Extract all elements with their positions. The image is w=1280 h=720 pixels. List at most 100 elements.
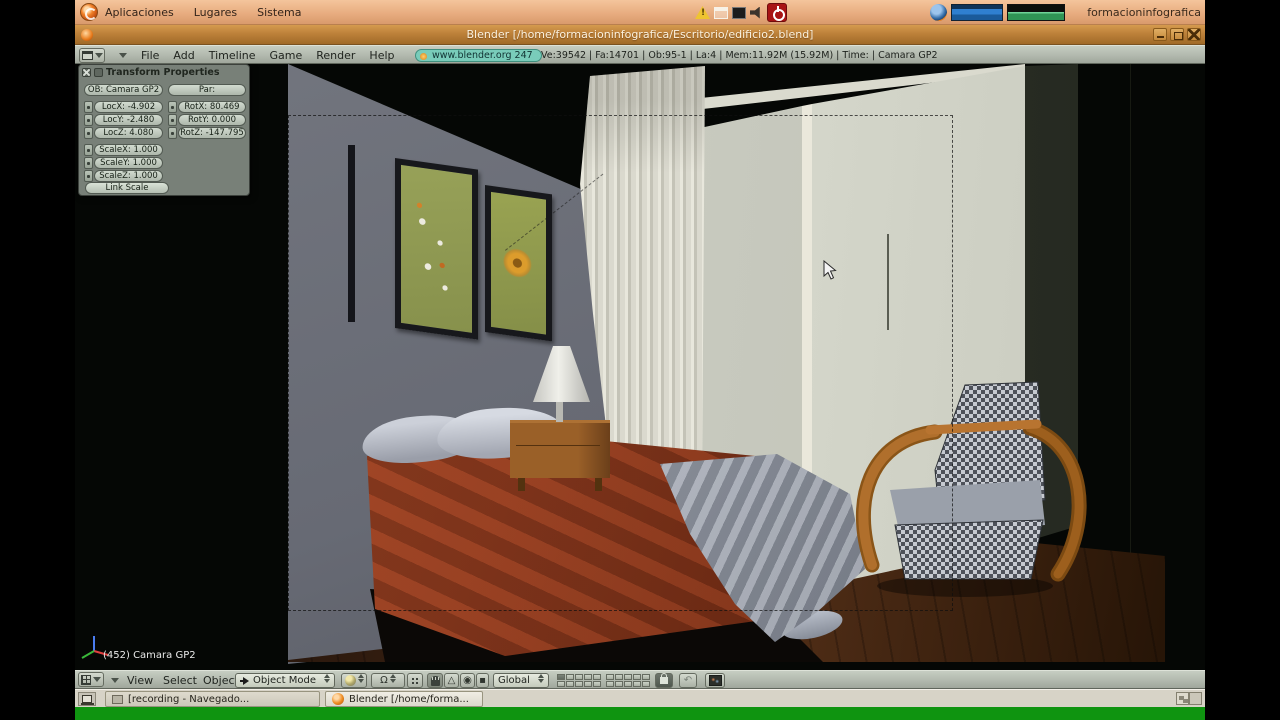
lock-icon [660,673,668,684]
rotate-manipulator-button[interactable]: ◉ [460,673,475,688]
viewport-3d[interactable]: (452) Camara GP2 Transform Properties OB… [75,64,1205,670]
layer-button[interactable] [606,674,614,680]
scale-manipulator-button[interactable]: ▪ [476,673,489,688]
locy-field[interactable]: LocY: -2.480 [94,114,163,126]
roty-field[interactable]: RotY: 0.000 [178,114,246,126]
render-preview-button[interactable] [705,673,725,688]
minimize-button[interactable] [1153,28,1167,41]
lock-icon[interactable] [168,101,177,113]
workspace-1[interactable] [1176,692,1189,705]
layer-button[interactable] [633,674,641,680]
menu-render[interactable]: Render [316,49,355,62]
layer-button[interactable] [584,681,592,687]
rotz-field[interactable]: RotZ: -147.795 [178,127,246,139]
layer-button[interactable] [566,681,574,687]
task-blender[interactable]: Blender [/home/forma... [325,691,483,707]
lock-icon[interactable] [84,157,93,169]
lock-icon[interactable] [84,101,93,113]
task-recording[interactable]: [recording - Navegado... [105,691,320,707]
layer-button[interactable] [606,681,614,687]
menu-game[interactable]: Game [270,49,303,62]
layer-button[interactable] [575,674,583,680]
update-warning-icon[interactable] [695,6,710,19]
menu-add[interactable]: Add [173,49,194,62]
layer-button[interactable] [557,681,565,687]
updown-arrows-icon [389,673,396,683]
lock-icon[interactable] [168,127,177,139]
layer-button[interactable] [584,674,592,680]
lock-layers-button[interactable] [655,673,673,688]
menu-object[interactable]: Object [203,674,239,687]
task-label: Blender [/home/forma... [349,693,469,705]
menu-help[interactable]: Help [369,49,394,62]
layer-buttons-group1[interactable] [557,674,601,687]
window-editor-icon [81,51,93,60]
menu-select[interactable]: Select [163,674,197,687]
link-scale-button[interactable]: Link Scale [85,182,169,194]
layer-button[interactable] [575,681,583,687]
mode-select[interactable]: Object Mode [235,673,335,688]
scalex-field[interactable]: ScaleX: 1.000 [94,144,163,156]
header-collapse-icon[interactable] [119,53,127,58]
layer-button[interactable] [642,674,650,680]
lock-icon[interactable] [84,144,93,156]
lock-icon[interactable] [168,114,177,126]
draw-type-select[interactable] [341,673,367,688]
scene-stats: Ve:39542 | Fa:14701 | Ob:95-1 | La:4 | M… [541,50,938,61]
lock-icon[interactable] [84,114,93,126]
speaker-icon[interactable] [750,6,760,19]
close-button[interactable] [1187,28,1201,41]
panel-close-icon[interactable] [82,68,91,77]
manipulator-toggle[interactable] [427,673,443,688]
firefox-icon[interactable] [930,4,947,21]
parent-field[interactable]: Par: [168,84,246,96]
locz-field[interactable]: LocZ: 4.080 [94,127,163,139]
transform-properties-panel[interactable]: Transform Properties OB: Camara GP2 Par:… [78,64,250,196]
scalez-field[interactable]: ScaleZ: 1.000 [94,170,163,182]
network-monitor-graph[interactable] [1007,4,1065,21]
layer-buttons-group2[interactable] [606,674,650,687]
layer-button[interactable] [624,681,632,687]
menu-view[interactable]: View [127,674,153,687]
editor-type-button[interactable] [79,48,105,63]
menu-timeline[interactable]: Timeline [209,49,256,62]
locx-field[interactable]: LocX: -4.902 [94,101,163,113]
layer-button[interactable] [593,674,601,680]
panel-menu-applications[interactable]: Aplicaciones [103,6,176,19]
maximize-button[interactable] [1170,28,1184,41]
header-collapse-icon[interactable] [111,678,119,683]
power-button[interactable] [767,3,787,22]
layer-button[interactable] [615,674,623,680]
lock-icon[interactable] [84,127,93,139]
panel-menu-system[interactable]: Sistema [255,6,303,19]
layer-button[interactable] [566,674,574,680]
distro-logo-icon[interactable] [80,3,98,21]
layer-button[interactable] [615,681,623,687]
pivot-select[interactable]: Ω [371,673,405,688]
blender-org-chip[interactable]: www.blender.org 247 [415,49,542,62]
layer-button[interactable] [624,674,632,680]
window-titlebar[interactable]: Blender [/home/formacioninfografica/Escr… [75,25,1205,45]
cpu-monitor-graph[interactable] [951,4,1003,21]
workspace-2[interactable] [1189,692,1202,705]
snap-button[interactable]: ↶ [679,673,697,688]
desktop: Aplicaciones Lugares Sistema formacionin… [0,0,1280,720]
scaley-field[interactable]: ScaleY: 1.000 [94,157,163,169]
transform-orientation-select[interactable]: Global [493,673,549,688]
editor-type-button[interactable] [78,672,104,687]
rotx-field[interactable]: RotX: 80.469 [178,101,246,113]
translate-manipulator-button[interactable]: △ [444,673,459,688]
layer-button[interactable] [593,681,601,687]
panel-menu-places[interactable]: Lugares [192,6,239,19]
layer-button[interactable] [557,674,565,680]
show-desktop-button[interactable] [78,692,96,706]
layer-button[interactable] [633,681,641,687]
layer-button[interactable] [642,681,650,687]
pivot-align-toggle[interactable] [407,673,423,688]
screen-tray-icon[interactable] [732,6,746,19]
lock-icon[interactable] [84,170,93,182]
menu-file[interactable]: File [141,49,159,62]
object-name-field[interactable]: OB: Camara GP2 [84,84,163,96]
panel-pin-icon[interactable] [94,68,103,77]
window-tray-icon[interactable] [714,6,728,19]
